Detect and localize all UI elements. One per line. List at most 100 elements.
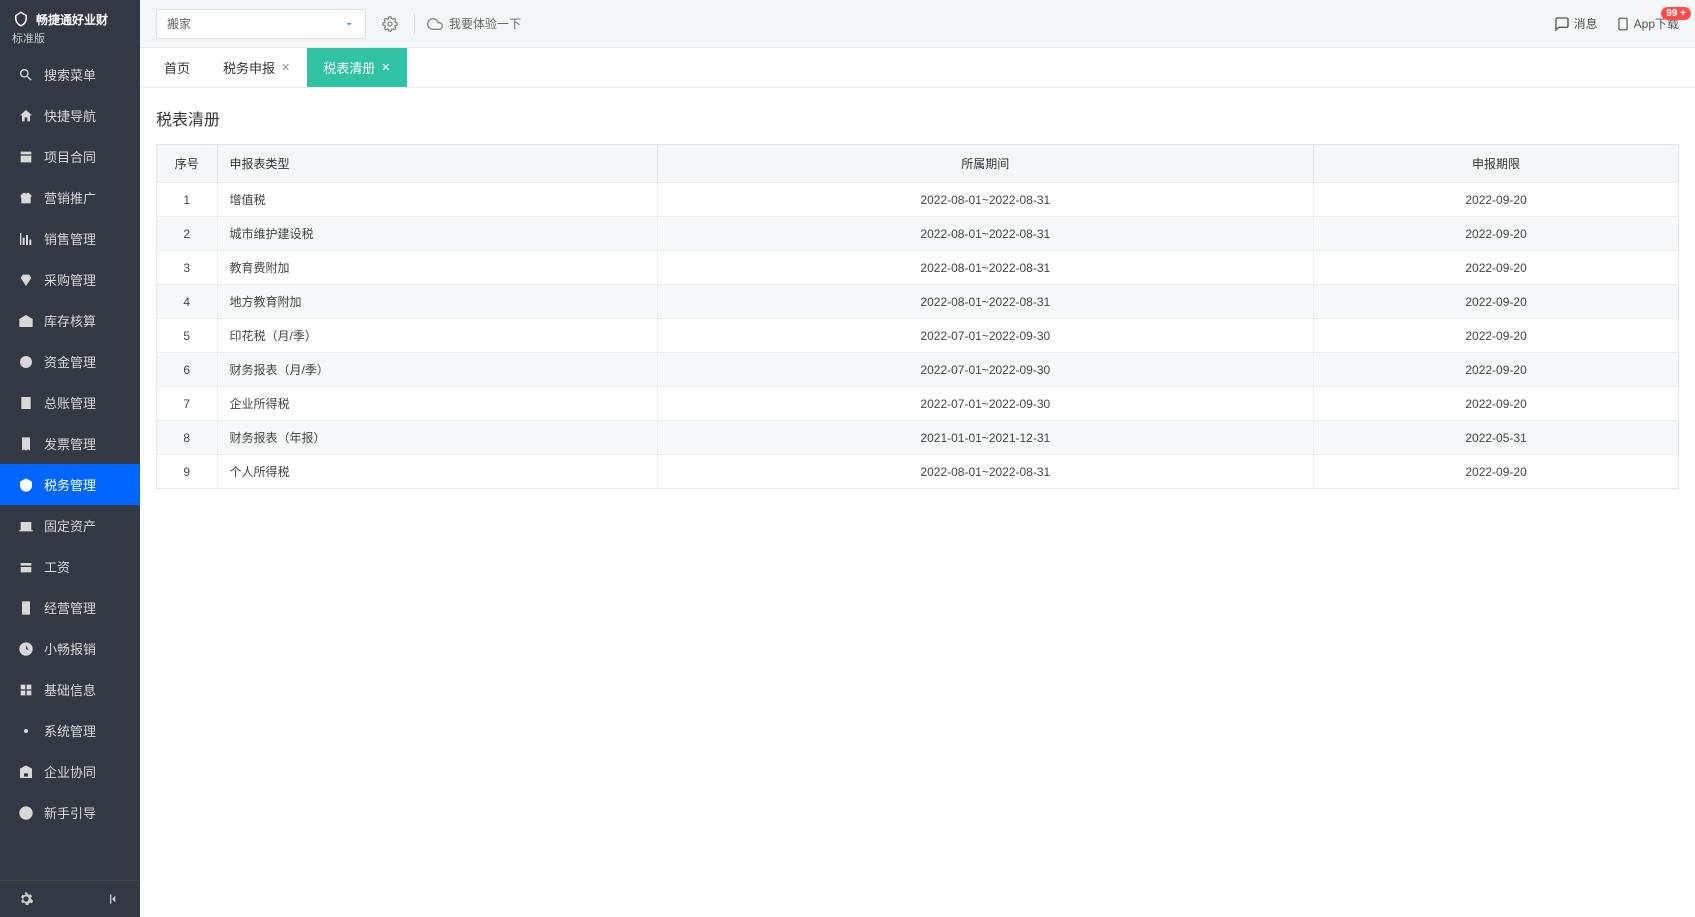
- sidebar-item-label: 工资: [44, 557, 70, 576]
- sidebar-item-basic[interactable]: 基础信息: [0, 669, 140, 710]
- search-icon: [18, 67, 34, 83]
- cell-type: 印花税（月/季）: [217, 319, 657, 353]
- cell-index: 8: [157, 421, 217, 455]
- col-period: 所属期间: [657, 145, 1314, 183]
- table-row[interactable]: 5印花税（月/季）2022-07-01~2022-09-302022-09-20: [157, 319, 1678, 353]
- experience-link[interactable]: 我要体验一下: [427, 15, 521, 32]
- cell-index: 6: [157, 353, 217, 387]
- close-icon[interactable]: ✕: [381, 61, 390, 74]
- sidebar-item-label: 税务管理: [44, 475, 96, 494]
- sidebar-item-money[interactable]: 资金管理: [0, 341, 140, 382]
- guide-icon: [18, 805, 34, 821]
- sidebar-menu: 搜索菜单快捷导航项目合同营销推广销售管理采购管理库存核算资金管理总账管理发票管理…: [0, 54, 140, 880]
- warehouse-icon: [18, 313, 34, 329]
- table-row[interactable]: 1增值税2022-08-01~2022-08-312022-09-20: [157, 183, 1678, 217]
- cell-period: 2022-08-01~2022-08-31: [657, 251, 1314, 285]
- sidebar-item-gift[interactable]: 营销推广: [0, 177, 140, 218]
- table-row[interactable]: 7企业所得税2022-07-01~2022-09-302022-09-20: [157, 387, 1678, 421]
- cell-period: 2021-01-01~2021-12-31: [657, 421, 1314, 455]
- close-icon[interactable]: ✕: [281, 61, 290, 74]
- messages-label: 消息: [1574, 15, 1598, 32]
- content: 税表清册 序号 申报表类型 所属期间 申报期限 1增值税2022-08-01~2…: [140, 88, 1695, 917]
- sidebar-item-label: 小畅报销: [44, 639, 96, 658]
- sidebar-item-expense[interactable]: 小畅报销: [0, 628, 140, 669]
- table-row[interactable]: 3教育费附加2022-08-01~2022-08-312022-09-20: [157, 251, 1678, 285]
- experience-label: 我要体验一下: [449, 15, 521, 32]
- sidebar-item-label: 库存核算: [44, 311, 96, 330]
- tax-icon: [18, 477, 34, 493]
- download-badge: 99 +: [1661, 7, 1691, 20]
- basic-icon: [18, 682, 34, 698]
- cell-period: 2022-08-01~2022-08-31: [657, 285, 1314, 319]
- sidebar-item-label: 企业协同: [44, 762, 96, 781]
- sidebar-item-label: 固定资产: [44, 516, 96, 535]
- sidebar-item-operation[interactable]: 经营管理: [0, 587, 140, 628]
- sidebar-item-label: 资金管理: [44, 352, 96, 371]
- topbar: 搬家 我要体验一下 消息: [140, 0, 1695, 48]
- sidebar-item-enterprise[interactable]: 企业协同: [0, 751, 140, 792]
- table-row[interactable]: 4地方教育附加2022-08-01~2022-08-312022-09-20: [157, 285, 1678, 319]
- asset-icon: [18, 518, 34, 534]
- cloud-icon: [427, 16, 443, 32]
- brand-logo-icon: [12, 10, 30, 28]
- sidebar-item-warehouse[interactable]: 库存核算: [0, 300, 140, 341]
- cell-period: 2022-07-01~2022-09-30: [657, 353, 1314, 387]
- system-icon: [18, 723, 34, 739]
- page-title: 税表清册: [156, 106, 1679, 130]
- sidebar-item-invoice[interactable]: 发票管理: [0, 423, 140, 464]
- table-row[interactable]: 6财务报表（月/季）2022-07-01~2022-09-302022-09-2…: [157, 353, 1678, 387]
- sidebar-item-tax[interactable]: 税务管理: [0, 464, 140, 505]
- sales-icon: [18, 231, 34, 247]
- table-row[interactable]: 8财务报表（年报）2021-01-01~2021-12-312022-05-31: [157, 421, 1678, 455]
- sidebar-item-guide[interactable]: 新手引导: [0, 792, 140, 833]
- sidebar-item-home[interactable]: 快捷导航: [0, 95, 140, 136]
- cell-type: 财务报表（年报）: [217, 421, 657, 455]
- chevron-down-icon: [343, 18, 355, 30]
- money-icon: [18, 354, 34, 370]
- sidebar-item-label: 营销推广: [44, 188, 96, 207]
- sidebar-item-project[interactable]: 项目合同: [0, 136, 140, 177]
- sidebar-item-salary[interactable]: 工资: [0, 546, 140, 587]
- cell-deadline: 2022-09-20: [1314, 251, 1678, 285]
- sidebar-item-label: 快捷导航: [44, 106, 96, 125]
- org-selector[interactable]: 搬家: [156, 9, 366, 39]
- message-icon: [1554, 16, 1570, 32]
- cell-index: 4: [157, 285, 217, 319]
- sidebar-item-asset[interactable]: 固定资产: [0, 505, 140, 546]
- table-row[interactable]: 9个人所得税2022-08-01~2022-08-312022-09-20: [157, 455, 1678, 489]
- app-download-button[interactable]: 99 + App下载: [1616, 15, 1679, 32]
- tab-label: 税表清册: [323, 58, 375, 77]
- cell-type: 个人所得税: [217, 455, 657, 489]
- project-icon: [18, 149, 34, 165]
- cell-period: 2022-08-01~2022-08-31: [657, 217, 1314, 251]
- cell-deadline: 2022-09-20: [1314, 217, 1678, 251]
- messages-button[interactable]: 消息: [1554, 15, 1598, 32]
- table-row[interactable]: 2城市维护建设税2022-08-01~2022-08-312022-09-20: [157, 217, 1678, 251]
- tab-1[interactable]: 税务申报✕: [207, 48, 307, 87]
- sidebar-item-sales[interactable]: 销售管理: [0, 218, 140, 259]
- cell-deadline: 2022-09-20: [1314, 285, 1678, 319]
- sidebar-item-ledger[interactable]: 总账管理: [0, 382, 140, 423]
- tab-0[interactable]: 首页: [148, 48, 207, 87]
- cell-deadline: 2022-09-20: [1314, 455, 1678, 489]
- sidebar-item-search[interactable]: 搜索菜单: [0, 54, 140, 95]
- tab-label: 首页: [164, 58, 190, 77]
- sidebar-item-purchase[interactable]: 采购管理: [0, 259, 140, 300]
- tab-2[interactable]: 税表清册 ✕: [307, 48, 407, 87]
- sidebar: 畅捷通好业财 标准版 搜索菜单快捷导航项目合同营销推广销售管理采购管理库存核算资…: [0, 0, 140, 917]
- gear-button[interactable]: [378, 12, 402, 36]
- cell-type: 增值税: [217, 183, 657, 217]
- sidebar-item-system[interactable]: 系统管理: [0, 710, 140, 751]
- org-selector-value: 搬家: [167, 15, 191, 32]
- sidebar-item-label: 系统管理: [44, 721, 96, 740]
- settings-icon[interactable]: [18, 891, 34, 907]
- sidebar-item-label: 销售管理: [44, 229, 96, 248]
- cell-deadline: 2022-09-20: [1314, 387, 1678, 421]
- gift-icon: [18, 190, 34, 206]
- collapse-icon[interactable]: [106, 891, 122, 907]
- sidebar-item-label: 项目合同: [44, 147, 96, 166]
- invoice-icon: [18, 436, 34, 452]
- cell-index: 9: [157, 455, 217, 489]
- cell-period: 2022-08-01~2022-08-31: [657, 183, 1314, 217]
- cell-index: 5: [157, 319, 217, 353]
